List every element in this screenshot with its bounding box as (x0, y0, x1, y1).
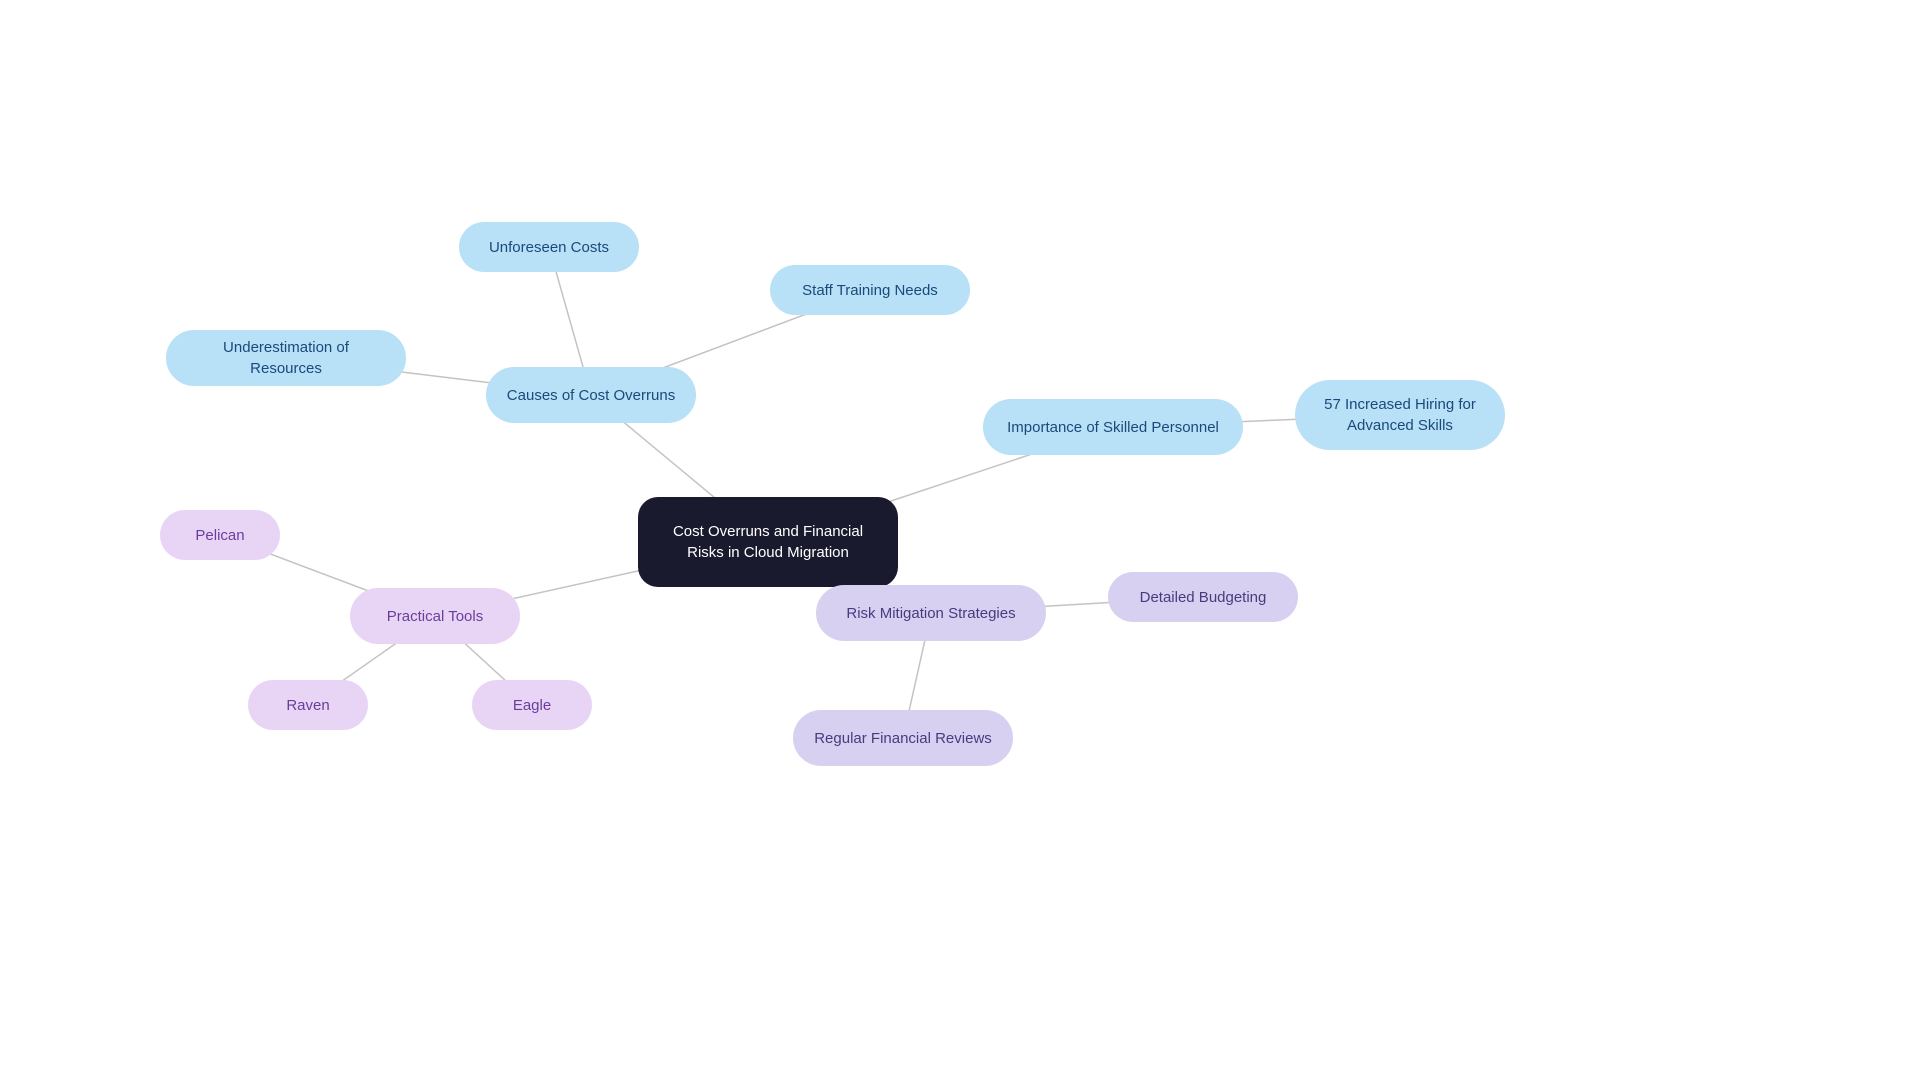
node-label-regularFinancial: Regular Financial Reviews (794, 716, 1012, 761)
node-label-detailedBudgeting: Detailed Budgeting (1120, 575, 1287, 620)
node-label-central: Cost Overruns and Financial Risks in Clo… (638, 509, 898, 575)
node-detailedBudgeting[interactable]: Detailed Budgeting (1108, 572, 1298, 622)
node-staffTraining[interactable]: Staff Training Needs (770, 265, 970, 315)
connection-lines (0, 0, 1920, 1083)
node-increasedHiring[interactable]: 57 Increased Hiring for Advanced Skills (1295, 380, 1505, 450)
node-underestimation[interactable]: Underestimation of Resources (166, 330, 406, 386)
node-label-practicalTools: Practical Tools (367, 594, 503, 639)
node-regularFinancial[interactable]: Regular Financial Reviews (793, 710, 1013, 766)
node-label-pelican: Pelican (175, 513, 264, 558)
node-label-raven: Raven (266, 683, 349, 728)
node-label-underestimation: Underestimation of Resources (166, 325, 406, 391)
node-label-unforeseen: Unforeseen Costs (469, 225, 629, 270)
node-label-importanceSkilled: Importance of Skilled Personnel (987, 405, 1239, 450)
node-pelican[interactable]: Pelican (160, 510, 280, 560)
node-practicalTools[interactable]: Practical Tools (350, 588, 520, 644)
node-label-eagle: Eagle (493, 683, 571, 728)
node-label-staffTraining: Staff Training Needs (782, 268, 958, 313)
node-importanceSkilled[interactable]: Importance of Skilled Personnel (983, 399, 1243, 455)
node-raven[interactable]: Raven (248, 680, 368, 730)
node-central[interactable]: Cost Overruns and Financial Risks in Clo… (638, 497, 898, 587)
node-eagle[interactable]: Eagle (472, 680, 592, 730)
node-label-causes: Causes of Cost Overruns (487, 373, 695, 418)
node-causes[interactable]: Causes of Cost Overruns (486, 367, 696, 423)
node-unforeseen[interactable]: Unforeseen Costs (459, 222, 639, 272)
node-label-increasedHiring: 57 Increased Hiring for Advanced Skills (1295, 382, 1505, 448)
node-label-riskMitigation: Risk Mitigation Strategies (826, 591, 1035, 636)
node-riskMitigation[interactable]: Risk Mitigation Strategies (816, 585, 1046, 641)
